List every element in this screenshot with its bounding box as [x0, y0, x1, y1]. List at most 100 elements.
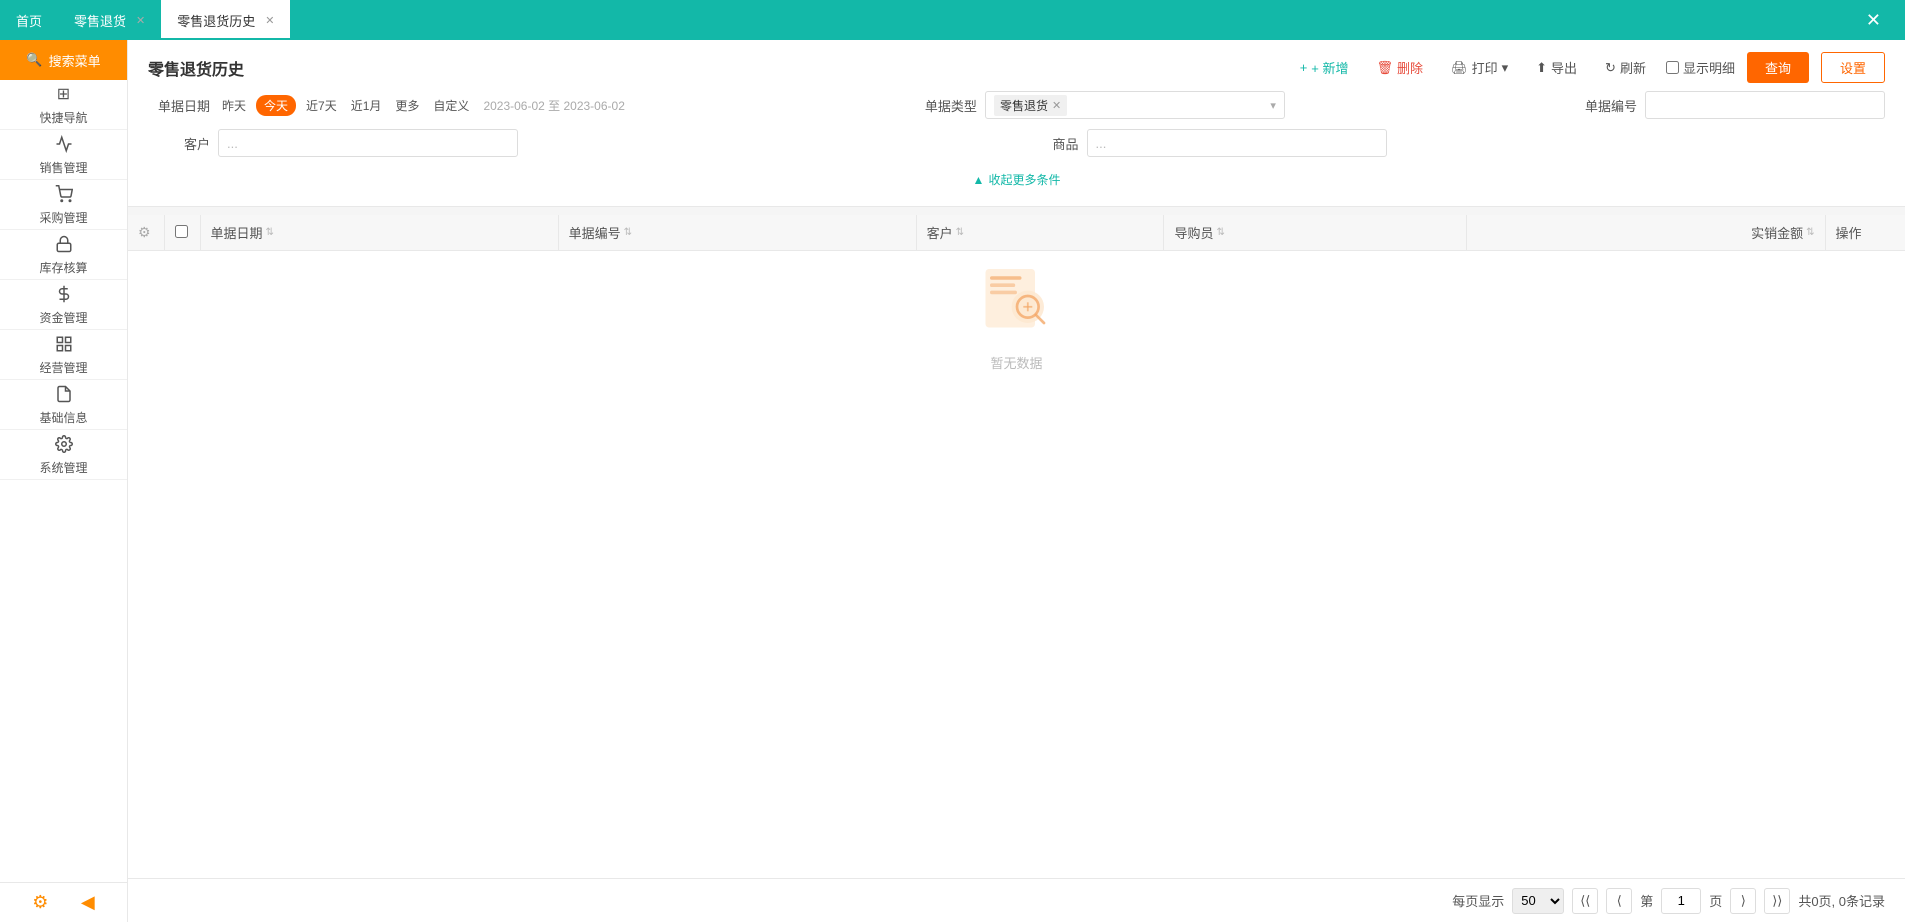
date-btn-custom[interactable]: 自定义 [429, 95, 473, 116]
type-tag-text: 零售退货 [1000, 97, 1048, 114]
display-detail-checkbox[interactable] [1666, 61, 1679, 74]
tab-retail-return-history-close[interactable]: ✕ [265, 14, 274, 27]
customer-sort-icon: ⇅ [956, 227, 964, 238]
date-btn-more[interactable]: 更多 [391, 95, 423, 116]
type-filter-input[interactable]: 零售退货 ✕ ▾ [985, 91, 1285, 119]
purchase-icon [53, 183, 75, 205]
goods-placeholder: ... [1096, 136, 1107, 151]
sidebar-search[interactable]: 🔍 搜索菜单 [0, 40, 127, 80]
next-page-button[interactable]: ⟩ [1730, 888, 1756, 914]
tab-retail-return-history-label: 零售退货历史 [177, 11, 255, 30]
sidebar: 🔍 搜索菜单 ⊞ 快捷导航 销售管理 采购管理 [0, 40, 128, 922]
page-header: 零售退货历史 + + 新增 🗑 删除 🖨 打印 ▾ [128, 40, 1905, 207]
th-date-label: 单据日期 [211, 223, 263, 242]
sidebar-item-inventory[interactable]: 库存核算 [0, 230, 127, 280]
sidebar-item-sales-mgmt[interactable]: 销售管理 [0, 130, 127, 180]
date-range-display: 2023-06-02 至 2023-06-02 [483, 97, 624, 114]
type-tag-close[interactable]: ✕ [1052, 99, 1061, 112]
settings-icon[interactable]: ⚙ [32, 892, 48, 913]
number-sort-icon: ⇅ [624, 227, 632, 238]
sidebar-item-operations-label: 经营管理 [39, 359, 87, 376]
date-btn-today[interactable]: 今天 [256, 95, 296, 116]
basic-info-icon [53, 383, 75, 405]
filter-row-2: 客户 ... 商品 ... [148, 129, 1885, 157]
page-label: 第 [1640, 891, 1653, 910]
table-wrap: ⚙ 单据日期 ⇅ [128, 215, 1905, 878]
sidebar-item-quick-nav-label: 快捷导航 [39, 109, 87, 126]
empty-text: 暂无数据 [990, 353, 1042, 372]
th-action-label: 操作 [1836, 226, 1862, 241]
pagination: 每页显示 50 100 200 ⟨⟨ ⟨ 第 页 ⟩ ⟩⟩ 共0页, 0条记录 [128, 878, 1905, 922]
collapse-button[interactable]: ▲ 收起更多条件 [957, 167, 1077, 192]
number-label: 单据编号 [1575, 96, 1645, 115]
inner-layout: ⚙ 单据日期 ⇅ [128, 207, 1905, 922]
th-number-label: 单据编号 [569, 223, 621, 242]
main-layout: 🔍 搜索菜单 ⊞ 快捷导航 销售管理 采购管理 [0, 40, 1905, 922]
th-amount-label: 实销金额 [1751, 223, 1803, 242]
operations-icon [53, 333, 75, 355]
filter-row-1: 单据日期 昨天 今天 近7天 近1月 更多 自定义 2023-06-02 至 2… [148, 91, 1885, 119]
tab-retail-return[interactable]: 零售退货 ✕ [58, 0, 161, 40]
sidebar-search-label: 搜索菜单 [49, 51, 101, 70]
gear-icon[interactable]: ⚙ [138, 224, 151, 240]
number-input[interactable] [1645, 91, 1885, 119]
sidebar-item-purchase-label: 采购管理 [39, 209, 87, 226]
refresh-button[interactable]: ↻ 刷新 [1597, 54, 1654, 81]
delete-button[interactable]: 🗑 删除 [1369, 54, 1432, 81]
per-page-select[interactable]: 50 100 200 [1512, 888, 1564, 914]
search-icon: 🔍 [26, 52, 42, 68]
th-customer[interactable]: 客户 ⇅ [916, 215, 1164, 251]
goods-input[interactable]: ... [1087, 129, 1387, 157]
finance-icon [53, 283, 75, 305]
print-icon: 🖨 [1451, 60, 1468, 76]
print-button[interactable]: 🖨 打印 ▾ [1443, 54, 1516, 81]
table-area: ⚙ 单据日期 ⇅ [128, 215, 1905, 922]
sidebar-item-basic-info[interactable]: 基础信息 [0, 380, 127, 430]
window-close-icon[interactable]: ✕ [1858, 6, 1889, 35]
top-bar: 首页 零售退货 ✕ 零售退货历史 ✕ ✕ [0, 0, 1905, 40]
empty-illustration [972, 251, 1062, 341]
th-number[interactable]: 单据编号 ⇅ [558, 215, 916, 251]
set-button[interactable]: 设置 [1821, 52, 1885, 83]
first-page-button[interactable]: ⟨⟨ [1572, 888, 1598, 914]
customer-input[interactable]: ... [218, 129, 518, 157]
query-button[interactable]: 查询 [1747, 52, 1809, 83]
tab-home[interactable]: 首页 [0, 0, 58, 40]
display-detail-group: 显示明细 [1666, 58, 1735, 77]
sidebar-item-sys-mgmt[interactable]: 系统管理 [0, 430, 127, 480]
th-amount[interactable]: 实销金额 ⇅ [1467, 215, 1825, 251]
tab-retail-return-close[interactable]: ✕ [136, 14, 145, 27]
sidebar-item-finance-label: 资金管理 [39, 309, 87, 326]
th-guide[interactable]: 导购员 ⇅ [1164, 215, 1467, 251]
sidebar-item-operations[interactable]: 经营管理 [0, 330, 127, 380]
customer-label: 客户 [148, 134, 218, 153]
tab-list: 首页 零售退货 ✕ 零售退货历史 ✕ [0, 0, 1858, 40]
sidebar-item-quick-nav[interactable]: ⊞ 快捷导航 [0, 80, 127, 130]
th-date[interactable]: 单据日期 ⇅ [200, 215, 558, 251]
export-button[interactable]: ⬆ 导出 [1528, 54, 1585, 81]
date-btn-7days[interactable]: 近7天 [302, 95, 341, 116]
type-label: 单据类型 [915, 96, 985, 115]
new-button[interactable]: + + 新增 [1292, 54, 1357, 81]
sys-mgmt-icon [53, 433, 75, 455]
tab-retail-return-label: 零售退货 [74, 11, 126, 30]
prev-page-button[interactable]: ⟨ [1606, 888, 1632, 914]
total-info: 共0页, 0条记录 [1798, 891, 1885, 910]
refresh-icon: ↻ [1605, 60, 1616, 76]
page-number-input[interactable] [1661, 888, 1701, 914]
delete-icon: 🗑 [1377, 60, 1394, 76]
sidebar-item-finance[interactable]: 资金管理 [0, 280, 127, 330]
collapse-sidebar-icon[interactable]: ◀ [81, 892, 95, 913]
tab-retail-return-history[interactable]: 零售退货历史 ✕ [161, 0, 290, 40]
sidebar-item-sales-label: 销售管理 [39, 159, 87, 176]
filter-area: 单据日期 昨天 今天 近7天 近1月 更多 自定义 2023-06-02 至 2… [128, 91, 1905, 206]
date-btn-yesterday[interactable]: 昨天 [218, 95, 250, 116]
sidebar-item-purchase-mgmt[interactable]: 采购管理 [0, 180, 127, 230]
th-action: 操作 [1825, 215, 1905, 251]
last-page-button[interactable]: ⟩⟩ [1764, 888, 1790, 914]
export-label: 导出 [1551, 58, 1577, 77]
select-all-checkbox[interactable] [175, 225, 188, 238]
date-filter-buttons: 昨天 今天 近7天 近1月 更多 自定义 2023-06-02 至 2023-0… [218, 95, 625, 116]
date-btn-1month[interactable]: 近1月 [347, 95, 386, 116]
empty-state: 暂无数据 [128, 251, 1905, 372]
